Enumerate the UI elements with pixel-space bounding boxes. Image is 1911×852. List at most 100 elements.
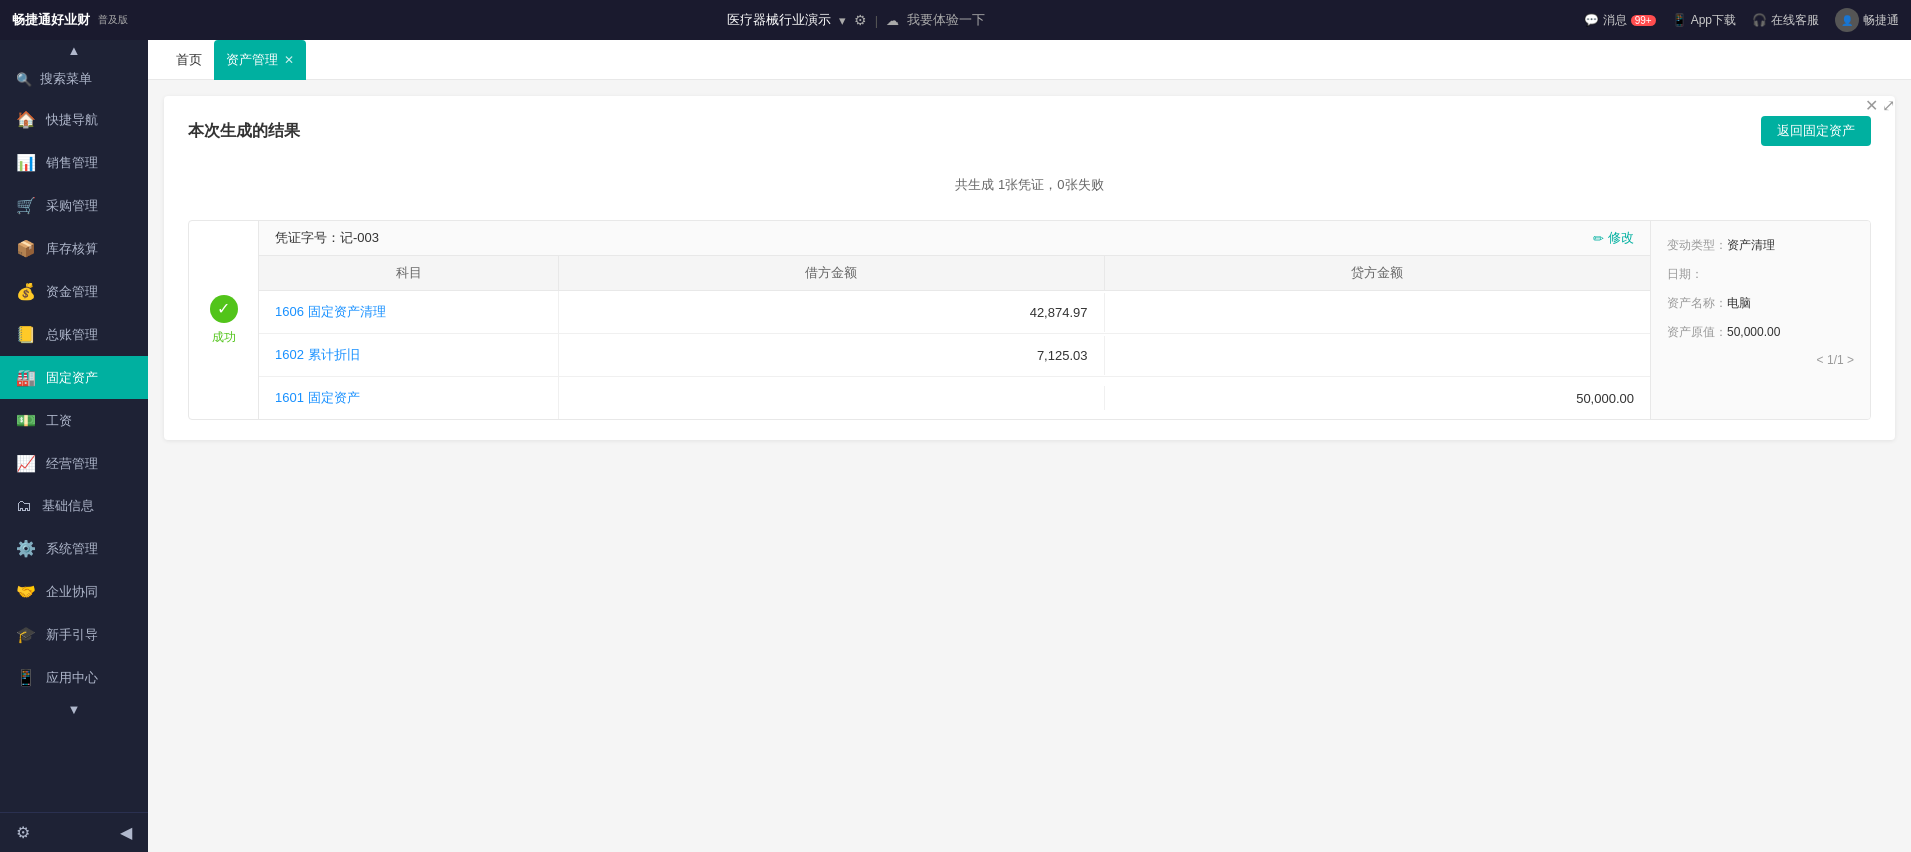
table-row: 1601 固定资产 50,000.00 <box>259 377 1650 419</box>
collapse-sidebar-icon[interactable]: ◀ <box>120 823 132 842</box>
cloud-icon: ☁ <box>886 13 899 28</box>
result-panel: 本次生成的结果 返回固定资产 共生成 1张凭证，0张失败 ✓ 成功 凭证 <box>164 96 1895 440</box>
home-icon: 🏠 <box>16 110 36 129</box>
tab-bar: 首页 资产管理 ✕ <box>148 40 1911 80</box>
asset-name-value: 电脑 <box>1727 295 1751 312</box>
trial-separator: | <box>875 13 878 28</box>
sidebar-item-finance[interactable]: 💰 资金管理 <box>0 270 148 313</box>
voucher-status-column: ✓ 成功 <box>189 221 259 419</box>
sidebar-item-fixed-assets[interactable]: 🏭 固定资产 <box>0 356 148 399</box>
edition-badge: 普及版 <box>98 13 128 27</box>
debit-cell-2: 7,125.03 <box>559 336 1105 375</box>
side-original-value: 资产原值： 50,000.00 <box>1667 324 1854 341</box>
asset-name-label: 资产名称： <box>1667 295 1727 312</box>
side-change-type: 变动类型： 资产清理 <box>1667 237 1854 254</box>
edit-voucher-button[interactable]: ✏ 修改 <box>1593 229 1634 247</box>
tab-home[interactable]: 首页 <box>164 40 214 80</box>
sidebar-item-system[interactable]: ⚙️ 系统管理 <box>0 527 148 570</box>
next-page-icon[interactable]: > <box>1847 353 1854 367</box>
sidebar-label-enterprise: 企业协同 <box>46 583 98 601</box>
sidebar: ▲ 🔍 搜索菜单 🏠 快捷导航 📊 销售管理 🛒 采购管理 📦 库存核算 💰 资… <box>0 40 148 852</box>
result-header: 本次生成的结果 返回固定资产 <box>188 116 1871 146</box>
column-header-debit: 借方金额 <box>559 256 1105 290</box>
app-download-label: App下载 <box>1691 12 1736 29</box>
side-date: 日期： <box>1667 266 1854 283</box>
online-service-label: 在线客服 <box>1771 12 1819 29</box>
original-value-label: 资产原值： <box>1667 324 1727 341</box>
sidebar-item-enterprise[interactable]: 🤝 企业协同 <box>0 570 148 613</box>
messages-label: 消息 <box>1603 12 1627 29</box>
voucher-main: 凭证字号：记-003 ✏ 修改 科目 借方金额 贷方金额 <box>259 221 1650 419</box>
prev-page-icon[interactable]: < <box>1817 353 1824 367</box>
voucher-container: ✓ 成功 凭证字号：记-003 ✏ 修改 科目 <box>188 220 1871 420</box>
close-panel-button[interactable]: ✕ <box>1865 96 1878 115</box>
tab-asset-mgmt[interactable]: 资产管理 ✕ <box>214 40 306 80</box>
messages-button[interactable]: 💬 消息 99+ <box>1584 12 1656 29</box>
sidebar-scroll-down[interactable]: ▼ <box>0 699 148 719</box>
ledger-icon: 📒 <box>16 325 36 344</box>
sidebar-item-basic-info[interactable]: 🗂 基础信息 <box>0 485 148 527</box>
app-center-icon: 📱 <box>16 668 36 687</box>
sidebar-label-basic-info: 基础信息 <box>42 497 94 515</box>
sidebar-item-operations[interactable]: 📈 经营管理 <box>0 442 148 485</box>
factory-icon: 🏭 <box>16 368 36 387</box>
panel-controls: ✕ ⤢ <box>1865 96 1895 115</box>
sidebar-label-quick-nav: 快捷导航 <box>46 111 98 129</box>
credit-cell-1 <box>1105 300 1651 324</box>
trial-button[interactable]: 我要体验一下 <box>907 11 985 29</box>
sidebar-item-inventory[interactable]: 📦 库存核算 <box>0 227 148 270</box>
purchase-icon: 🛒 <box>16 196 36 215</box>
sidebar-footer: ⚙ ◀ <box>0 812 148 852</box>
account-cell-2: 1602 累计折旧 <box>259 334 559 376</box>
sidebar-item-payroll[interactable]: 💵 工资 <box>0 399 148 442</box>
app-download-button[interactable]: 📱 App下载 <box>1672 12 1736 29</box>
inventory-icon: 📦 <box>16 239 36 258</box>
original-value-value: 50,000.00 <box>1727 325 1780 339</box>
chevron-down-icon[interactable]: ▾ <box>839 13 846 28</box>
credit-cell-3: 50,000.00 <box>1105 379 1651 418</box>
user-area[interactable]: 👤 畅捷通 <box>1835 8 1899 32</box>
table-row: 1602 累计折旧 7,125.03 <box>259 334 1650 377</box>
avatar: 👤 <box>1835 8 1859 32</box>
sidebar-item-app-center[interactable]: 📱 应用中心 <box>0 656 148 699</box>
logo-text: 畅捷通好业财 <box>12 11 90 29</box>
sidebar-scroll-up[interactable]: ▲ <box>0 40 148 60</box>
sidebar-item-sales[interactable]: 📊 销售管理 <box>0 141 148 184</box>
sidebar-item-guide[interactable]: 🎓 新手引导 <box>0 613 148 656</box>
app-body: ▲ 🔍 搜索菜单 🏠 快捷导航 📊 销售管理 🛒 采购管理 📦 库存核算 💰 资… <box>0 40 1911 852</box>
voucher-header-bar: 凭证字号：记-003 ✏ 修改 <box>259 221 1650 256</box>
sidebar-label-finance: 资金管理 <box>46 283 98 301</box>
finance-icon: 💰 <box>16 282 36 301</box>
settings-footer-icon[interactable]: ⚙ <box>16 823 30 842</box>
user-icon: 👤 <box>1841 15 1853 26</box>
search-menu-item[interactable]: 🔍 搜索菜单 <box>0 60 148 98</box>
page-indicator: 1/1 <box>1827 353 1847 367</box>
sidebar-label-payroll: 工资 <box>46 412 72 430</box>
expand-panel-button[interactable]: ⤢ <box>1882 96 1895 115</box>
payroll-icon: 💵 <box>16 411 36 430</box>
online-service-button[interactable]: 🎧 在线客服 <box>1752 12 1819 29</box>
search-icon: 🔍 <box>16 72 32 87</box>
sidebar-label-ledger: 总账管理 <box>46 326 98 344</box>
gear-icon[interactable]: ⚙ <box>854 12 867 28</box>
guide-icon: 🎓 <box>16 625 36 644</box>
date-label: 日期： <box>1667 266 1727 283</box>
debit-cell-3 <box>559 386 1105 410</box>
pagination[interactable]: < 1/1 > <box>1667 353 1854 367</box>
sidebar-label-app-center: 应用中心 <box>46 669 98 687</box>
app-icon: 📱 <box>1672 13 1687 27</box>
return-fixed-assets-button[interactable]: 返回固定资产 <box>1761 116 1871 146</box>
success-label: 成功 <box>212 329 236 346</box>
sidebar-item-quick-nav[interactable]: 🏠 快捷导航 <box>0 98 148 141</box>
company-name: 医疗器械行业演示 <box>727 11 831 29</box>
voucher-side-panel: 变动类型： 资产清理 日期： 资产名称： 电脑 资产原值： <box>1650 221 1870 419</box>
sidebar-item-ledger[interactable]: 📒 总账管理 <box>0 313 148 356</box>
sidebar-label-sales: 销售管理 <box>46 154 98 172</box>
page-title: 本次生成的结果 <box>188 121 300 142</box>
sidebar-item-purchase[interactable]: 🛒 采购管理 <box>0 184 148 227</box>
debit-cell-1: 42,874.97 <box>559 293 1105 332</box>
search-menu-label: 搜索菜单 <box>40 70 92 88</box>
tab-close-icon[interactable]: ✕ <box>284 53 294 67</box>
messages-badge: 99+ <box>1631 15 1656 26</box>
system-icon: ⚙️ <box>16 539 36 558</box>
